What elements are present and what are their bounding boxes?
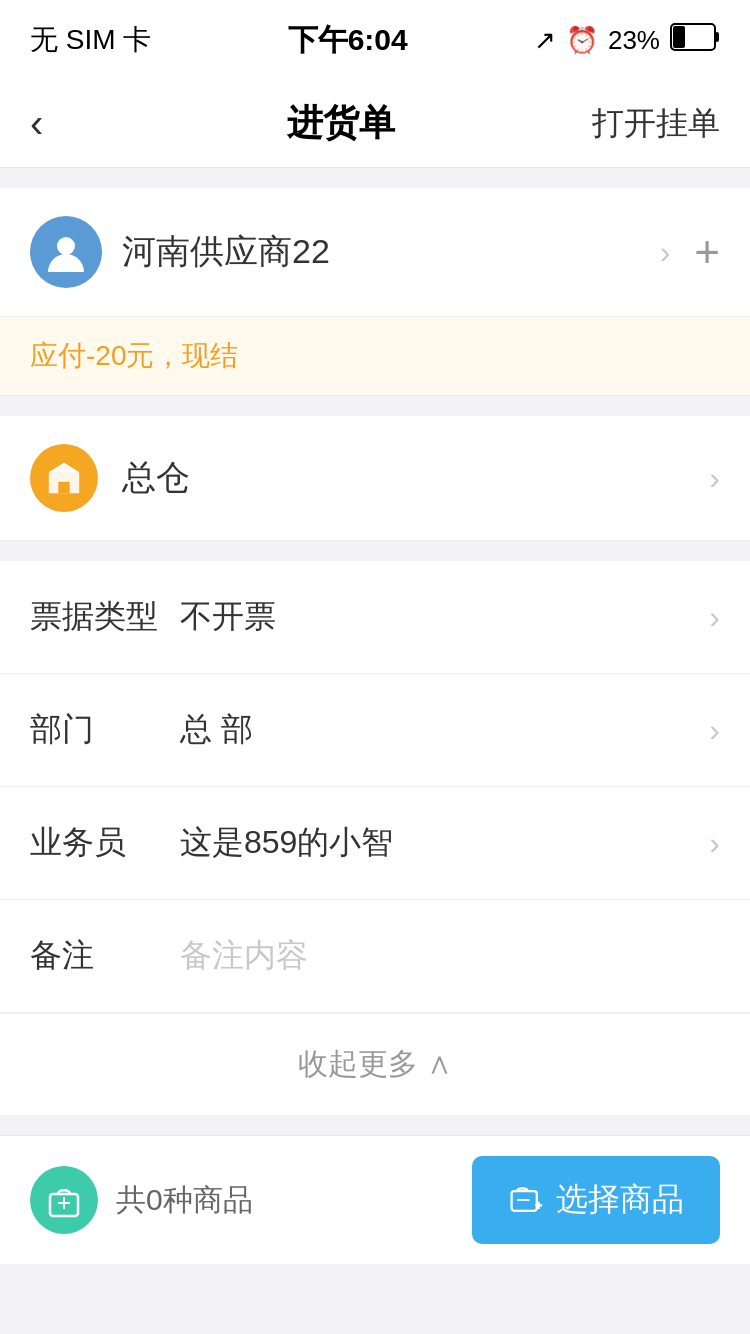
remarks-label: 备注	[30, 934, 170, 978]
warehouse-chevron-icon: ›	[709, 460, 720, 497]
notice-text: 应付-20元，现结	[30, 340, 238, 371]
select-product-label: 选择商品	[556, 1178, 684, 1222]
warehouse-section: 总仓 ›	[0, 416, 750, 541]
remarks-input[interactable]: 备注内容	[170, 934, 720, 978]
divider2	[0, 396, 750, 416]
collapse-row[interactable]: 收起更多 ∧	[0, 1013, 750, 1115]
bottom-bar: 共0种商品 选择商品	[0, 1135, 750, 1264]
collapse-label: 收起更多 ∧	[298, 1044, 451, 1085]
supplier-section: 河南供应商22 › + 应付-20元，现结	[0, 188, 750, 396]
department-value: 总 部	[170, 708, 709, 752]
product-count-text: 共0种商品	[116, 1180, 253, 1221]
department-row[interactable]: 部门 总 部 ›	[0, 674, 750, 787]
department-label: 部门	[30, 708, 170, 752]
department-chevron-icon: ›	[709, 712, 720, 749]
status-left: 无 SIM 卡	[30, 21, 161, 59]
warehouse-row[interactable]: 总仓 ›	[0, 416, 750, 541]
supplier-row[interactable]: 河南供应商22 › +	[0, 188, 750, 317]
salesperson-chevron-icon: ›	[709, 825, 720, 862]
alarm-icon: ⏰	[566, 25, 598, 56]
empty-area	[0, 1264, 750, 1334]
notice-banner: 应付-20元，现结	[0, 317, 750, 396]
carrier-text: 无 SIM 卡	[30, 21, 151, 59]
supplier-name: 河南供应商22	[122, 229, 660, 275]
salesperson-row[interactable]: 业务员 这是859的小智 ›	[0, 787, 750, 900]
svg-rect-3	[715, 32, 719, 42]
invoice-type-label: 票据类型	[30, 595, 170, 639]
svg-rect-2	[673, 26, 685, 48]
back-button[interactable]: ‹	[30, 101, 90, 146]
svg-rect-9	[512, 1191, 537, 1211]
salesperson-value: 这是859的小智	[170, 821, 709, 865]
form-section: 票据类型 不开票 › 部门 总 部 › 业务员 这是859的小智 › 备注 备注…	[0, 561, 750, 1115]
open-pending-button[interactable]: 打开挂单	[592, 102, 720, 146]
supplier-avatar	[30, 216, 102, 288]
warehouse-name: 总仓	[122, 455, 709, 501]
warehouse-icon	[30, 444, 98, 512]
select-product-icon	[508, 1182, 544, 1218]
invoice-type-value: 不开票	[170, 595, 709, 639]
page-title: 进货单	[287, 99, 395, 148]
svg-rect-5	[58, 482, 69, 493]
product-count-icon	[30, 1166, 98, 1234]
divider4	[0, 1115, 750, 1135]
status-right: ↗ ⏰ 23%	[534, 23, 720, 58]
status-bar: 无 SIM 卡 下午6:04 ↗ ⏰ 23%	[0, 0, 750, 80]
battery-icon	[670, 23, 720, 58]
battery-text: 23%	[608, 25, 660, 56]
invoice-type-row[interactable]: 票据类型 不开票 ›	[0, 561, 750, 674]
status-time: 下午6:04	[288, 20, 408, 61]
supplier-actions: › +	[660, 230, 720, 274]
nav-bar: ‹ 进货单 打开挂单	[0, 80, 750, 168]
svg-point-4	[57, 237, 75, 255]
divider3	[0, 541, 750, 561]
product-count-area: 共0种商品	[30, 1166, 253, 1234]
top-divider	[0, 168, 750, 188]
location-icon: ↗	[534, 25, 556, 56]
salesperson-label: 业务员	[30, 821, 170, 865]
select-product-button[interactable]: 选择商品	[472, 1156, 720, 1244]
add-supplier-button[interactable]: +	[694, 230, 720, 274]
remarks-row[interactable]: 备注 备注内容	[0, 900, 750, 1013]
invoice-type-chevron-icon: ›	[709, 599, 720, 636]
supplier-chevron-icon[interactable]: ›	[660, 234, 671, 271]
